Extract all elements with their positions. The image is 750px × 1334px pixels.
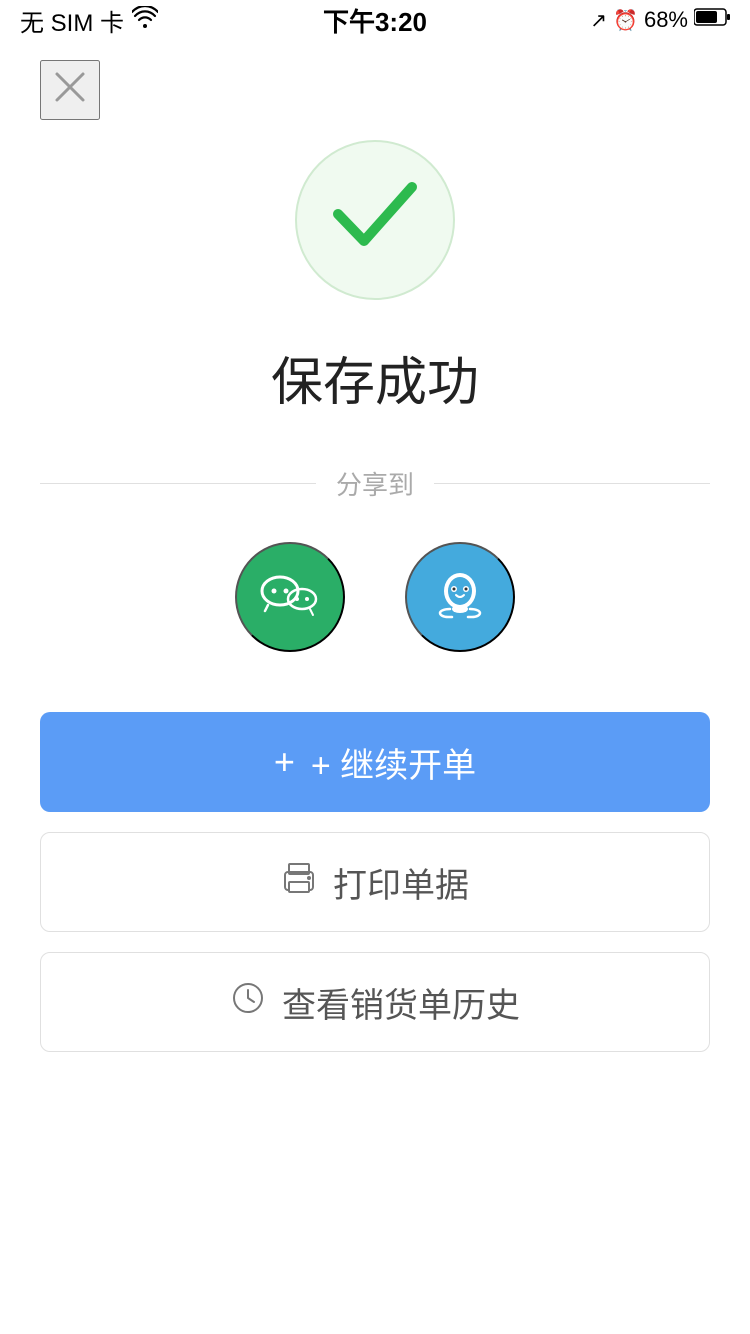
battery-label: 68% <box>644 7 688 33</box>
print-icon <box>281 860 317 905</box>
close-icon <box>51 68 89 112</box>
carrier-label: 无 SIM 卡 <box>20 3 124 38</box>
share-icons <box>40 542 710 652</box>
history-icon <box>230 980 266 1025</box>
plus-icon: + <box>274 741 295 783</box>
close-button[interactable] <box>40 60 100 120</box>
qq-share-button[interactable] <box>405 542 515 652</box>
share-divider: 分享到 <box>40 465 710 502</box>
continue-button[interactable]: + + 继续开单 <box>40 712 710 812</box>
share-section: 分享到 <box>40 465 710 652</box>
status-left: 无 SIM 卡 <box>20 3 158 38</box>
location-icon: ↗ <box>590 8 607 33</box>
status-time: 下午3:20 <box>323 2 427 39</box>
divider-line-right <box>434 483 710 484</box>
continue-label: + 继续开单 <box>311 738 476 787</box>
share-label: 分享到 <box>336 465 414 502</box>
divider-line-left <box>40 483 316 484</box>
history-button[interactable]: 查看销货单历史 <box>40 952 710 1052</box>
print-label: 打印单据 <box>333 858 469 907</box>
battery-icon <box>694 7 730 33</box>
print-button[interactable]: 打印单据 <box>40 832 710 932</box>
history-label: 查看销货单历史 <box>282 978 520 1027</box>
alarm-icon: ⏰ <box>613 8 638 33</box>
main-content: 保存成功 分享到 <box>0 40 750 1334</box>
status-bar: 无 SIM 卡 下午3:20 ↗ ⏰ 68% <box>0 0 750 40</box>
success-icon-circle <box>295 140 455 300</box>
wifi-icon <box>132 6 158 35</box>
checkmark-icon <box>330 179 420 262</box>
success-title: 保存成功 <box>271 340 479 415</box>
qq-icon <box>428 565 492 629</box>
wechat-icon <box>258 565 322 629</box>
wechat-share-button[interactable] <box>235 542 345 652</box>
action-buttons: + + 继续开单 打印单据 查看销货单历史 <box>40 712 710 1052</box>
status-right: ↗ ⏰ 68% <box>590 7 730 33</box>
